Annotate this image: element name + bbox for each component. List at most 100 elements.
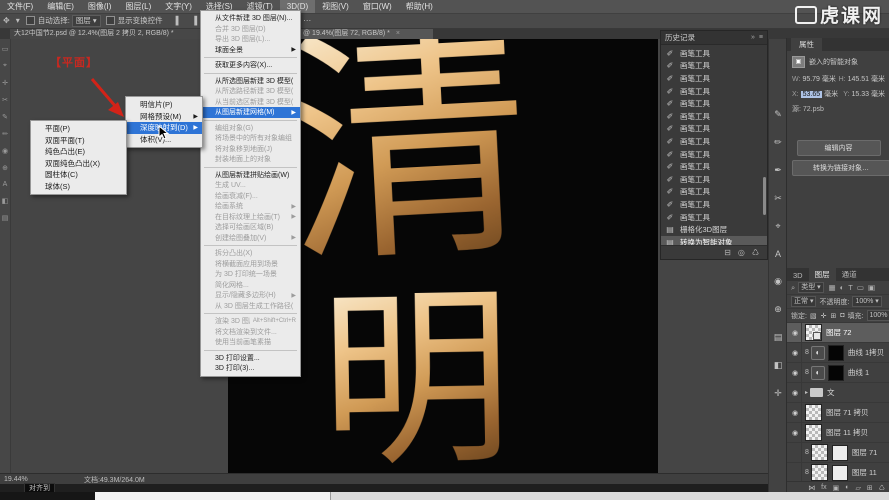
history-item[interactable]: ✐ 画笔工具	[661, 160, 767, 173]
lock-icon[interactable]: ✛	[821, 312, 827, 320]
menu-item[interactable]: 将文档渲染到文件... ▶	[201, 327, 300, 338]
submenu-item[interactable]: 平面(P) ▶	[31, 123, 126, 135]
visibility-toggle[interactable]: ◉	[789, 363, 802, 382]
visibility-toggle[interactable]: ◉	[789, 383, 802, 402]
opacity-dropdown[interactable]: 100% ▾	[852, 296, 881, 307]
layer-name[interactable]: 文	[827, 387, 835, 398]
tool-icon[interactable]: ✏	[2, 130, 8, 138]
layer-row[interactable]: ◉ ▸ 8 ◐ 文	[787, 383, 889, 403]
dock-panel-icon[interactable]: ▤	[774, 332, 783, 343]
tab-properties[interactable]: 属性	[791, 38, 822, 51]
collapse-icon[interactable]: »	[751, 34, 755, 41]
menu-bar-item[interactable]: 图层(L)	[118, 0, 158, 13]
menu-item[interactable]: 封装地面上的对象 ▶	[201, 154, 300, 165]
menu-item[interactable]: 绘画衰减(F)... ▶	[201, 191, 300, 202]
dock-panel-icon[interactable]: ⌖	[775, 221, 780, 232]
lock-icon[interactable]: ◘	[840, 312, 844, 319]
height-field[interactable]: H:145.51 毫米	[839, 74, 885, 84]
tool-icon[interactable]: ▤	[2, 214, 9, 222]
blend-mode-dropdown[interactable]: 正常 ▾	[791, 296, 816, 307]
menu-item[interactable]: 为 3D 打印统一场景 ▶	[201, 269, 300, 280]
tool-icon[interactable]: ⌖	[3, 62, 7, 70]
menu-item[interactable]: 从图层新建拼贴绘画(W) ▶	[201, 170, 300, 181]
menu-item[interactable]: 从 3D 图层生成工作路径(K) ▶	[201, 301, 300, 312]
dock-panel-icon[interactable]: ✂	[774, 193, 782, 204]
submenu-item[interactable]: 纯色凸出(E) ▶	[31, 146, 126, 158]
layer-row[interactable]: ◉ ▸ 8 ◐ 图层 11	[787, 463, 889, 481]
layer-name[interactable]: 图层 72	[826, 327, 851, 338]
history-item[interactable]: ✐ 画笔工具	[661, 186, 767, 199]
history-item[interactable]: ✐ 画笔工具	[661, 110, 767, 123]
width-field[interactable]: W:95.79 毫米	[792, 74, 836, 84]
filter-type-dropdown[interactable]: 类型 ▾	[798, 282, 823, 293]
history-item[interactable]: ✐ 画笔工具	[661, 60, 767, 73]
layer-mask-thumbnail[interactable]	[828, 365, 844, 381]
visibility-toggle[interactable]: ◉	[789, 403, 802, 422]
menu-item[interactable]: 编组对象(G) ▶	[201, 123, 300, 134]
tool-icon[interactable]: A	[3, 181, 8, 188]
move-tool-icon[interactable]: ✥	[3, 16, 10, 25]
layers-footer-icon[interactable]: ◐	[845, 484, 849, 491]
layers-footer-icon[interactable]: ▱	[855, 484, 860, 492]
edit-contents-button[interactable]: 编辑内容	[797, 140, 881, 156]
menu-item[interactable]: 生成 UV... ▶	[201, 180, 300, 191]
lock-icon[interactable]: ⊞	[830, 312, 836, 320]
menu-bar-item[interactable]: 图像(I)	[81, 0, 119, 13]
fill-dropdown[interactable]: 100% ▾	[867, 310, 889, 321]
layer-name[interactable]: 图层 11 拷贝	[826, 427, 868, 438]
auto-select-checkbox[interactable]	[26, 16, 35, 25]
menu-bar-item[interactable]: 窗口(W)	[356, 0, 399, 13]
visibility-toggle[interactable]: ◉	[789, 343, 802, 362]
y-field[interactable]: Y:15.33 毫米	[843, 89, 885, 99]
show-transform-checkbox[interactable]	[106, 16, 115, 25]
dock-panel-icon[interactable]: ◧	[774, 360, 783, 371]
tool-preset-chevron-icon[interactable]: ▾	[16, 16, 20, 25]
align-icon[interactable]: ⋯	[303, 16, 311, 25]
layer-name[interactable]: 曲线 1拷贝	[848, 347, 884, 358]
tool-icon[interactable]: ✂	[2, 96, 8, 104]
history-item[interactable]: ✐ 画笔工具	[661, 148, 767, 161]
layer-row[interactable]: ◉ ▸ 8 ◐ 图层 11 拷贝	[787, 423, 889, 443]
filter-icon[interactable]: T	[848, 283, 853, 292]
menu-item[interactable]: 获取更多内容(X)... ▶	[201, 60, 300, 71]
zoom-level[interactable]: 19.44%	[4, 476, 84, 483]
menu-item[interactable]: 在目标纹理上绘画(T) ▶	[201, 212, 300, 223]
filter-icon[interactable]: ▭	[857, 283, 864, 292]
layer-name[interactable]: 图层 11	[852, 467, 877, 478]
dock-panel-icon[interactable]: ✒	[774, 165, 782, 176]
menu-bar-item[interactable]: 视图(V)	[315, 0, 356, 13]
history-item[interactable]: ✐ 画笔工具	[661, 123, 767, 136]
layer-row[interactable]: ◉ ▸ 8 ◐ 曲线 1	[787, 363, 889, 383]
menu-item[interactable]: 将横截面应用到场景 ▶	[201, 259, 300, 270]
submenu-item[interactable]: 网格预设(M) ▶	[126, 111, 202, 123]
menu-item[interactable]: 从当前选区新建 3D 模型(V) ▶	[201, 97, 300, 108]
submenu-item[interactable]: 双面纯色凸出(X) ▶	[31, 158, 126, 170]
menu-item[interactable]: 绘画系统 ▶	[201, 201, 300, 212]
dock-panel-icon[interactable]: ◉	[774, 276, 782, 287]
history-item[interactable]: ✐ 画笔工具	[661, 173, 767, 186]
menu-item[interactable]: 从所选路径新建 3D 模型(P) ▶	[201, 86, 300, 97]
lock-icon[interactable]: ▧	[810, 312, 817, 320]
menu-bar-item[interactable]: 文字(Y)	[158, 0, 199, 13]
menu-item[interactable]: 显示/隐藏多边形(H) ▶	[201, 290, 300, 301]
layer-thumbnail[interactable]	[805, 404, 822, 421]
visibility-toggle[interactable]: ◉	[789, 443, 802, 462]
menu-item[interactable]: 简化网格... ▶	[201, 280, 300, 291]
history-item[interactable]: ✐ 画笔工具	[661, 72, 767, 85]
align-icon[interactable]: ▐	[191, 16, 197, 25]
layers-footer-icon[interactable]: ▣	[833, 484, 840, 492]
tool-icon[interactable]: ✎	[2, 113, 8, 121]
tool-icon[interactable]: ▭	[2, 45, 9, 53]
layer-thumbnail[interactable]	[805, 424, 822, 441]
layer-mask-thumbnail[interactable]	[832, 465, 848, 481]
history-scrollbar[interactable]	[763, 177, 766, 215]
menu-item[interactable]: 从所选图层新建 3D 模型(L) ▶	[201, 76, 300, 87]
panel-tab[interactable]: 图层	[809, 268, 836, 281]
history-footer-icon[interactable]: ⊟	[724, 248, 731, 257]
history-item[interactable]: ✐ 画笔工具	[661, 47, 767, 60]
layers-footer-icon[interactable]: ♺	[879, 484, 885, 492]
dock-panel-icon[interactable]: ✎	[774, 109, 782, 120]
menu-item[interactable]: 导出 3D 图层(L)... ▶	[201, 34, 300, 45]
menu-item[interactable]: 拆分凸出(X) ▶	[201, 248, 300, 259]
menu-bar-item[interactable]: 编辑(E)	[40, 0, 81, 13]
